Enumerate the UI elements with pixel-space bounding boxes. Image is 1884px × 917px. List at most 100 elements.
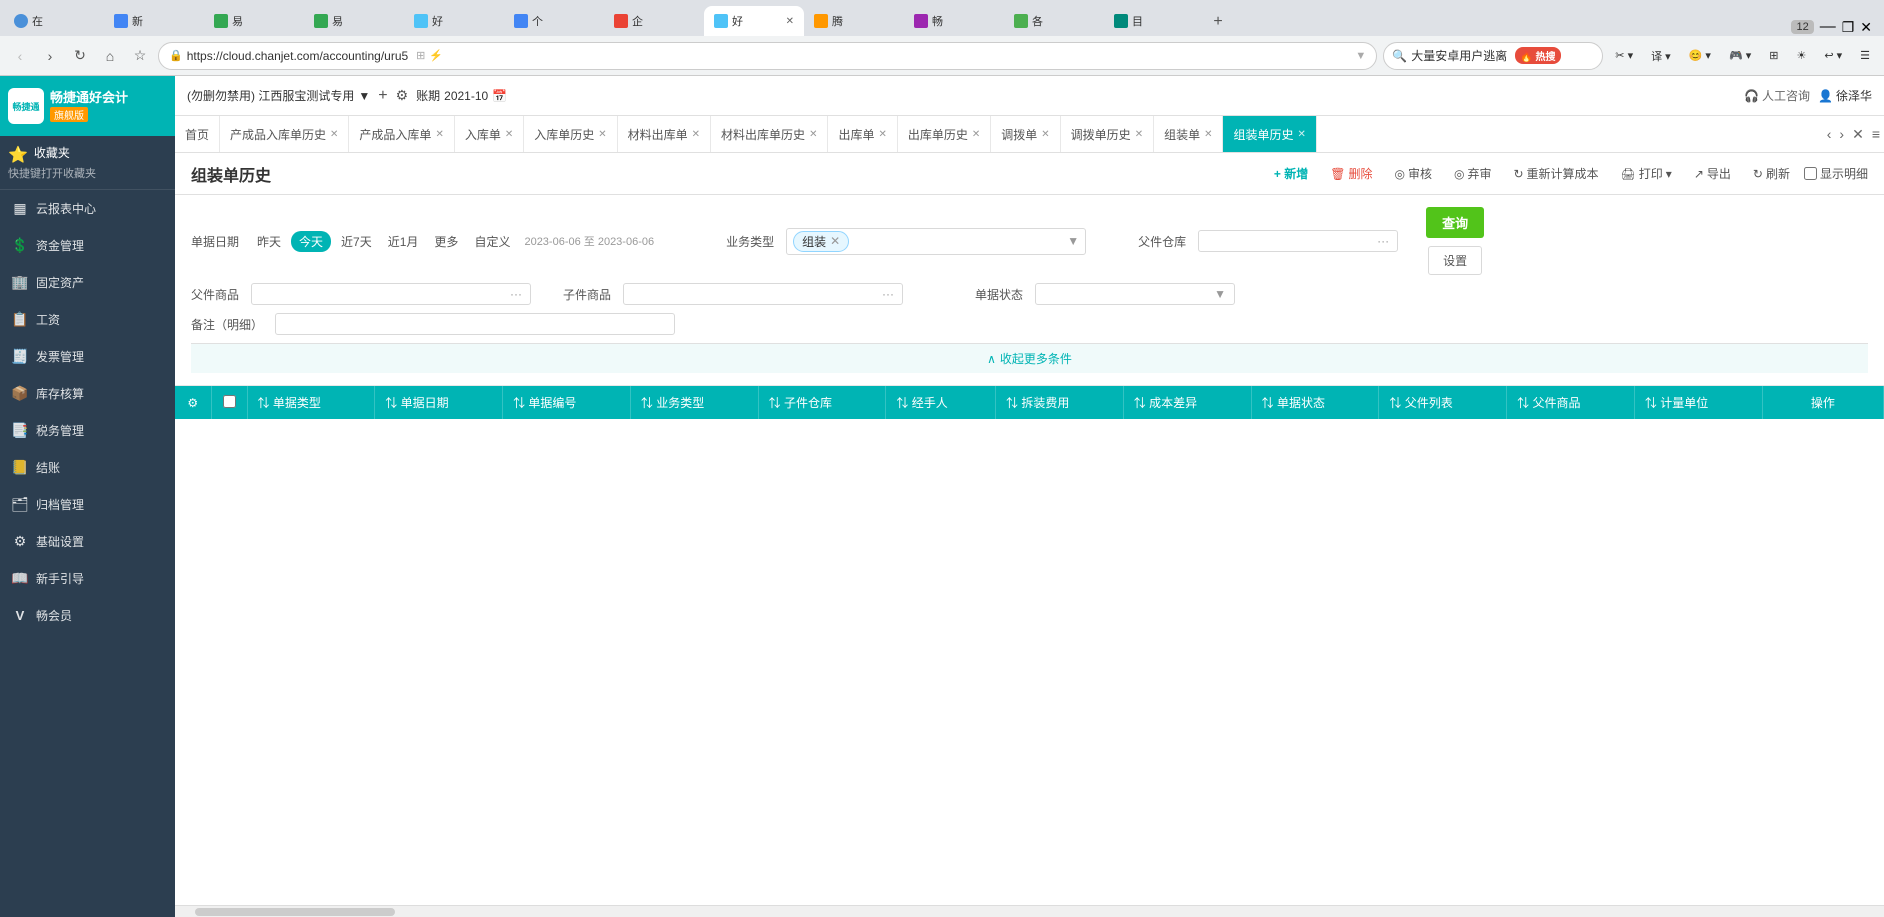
browser-tab-7[interactable]: 企 — [604, 6, 704, 36]
forward-button[interactable]: › — [38, 44, 62, 68]
tab-prod-in-history[interactable]: 产成品入库单历史 ✕ — [220, 116, 349, 152]
select-all-checkbox[interactable] — [223, 395, 236, 408]
warehouse-more-icon[interactable]: ··· — [1377, 234, 1389, 248]
last7days-btn[interactable]: 近7天 — [335, 231, 378, 252]
sidebar-item-tax[interactable]: 📑 税务管理 — [0, 412, 175, 449]
help-button[interactable]: 🎧 人工咨询 — [1744, 87, 1810, 104]
sidebar-item-archive[interactable]: 🗂 归档管理 — [0, 486, 175, 523]
browser-tab-11[interactable]: 各 — [1004, 6, 1104, 36]
tab-close-assemble[interactable]: ✕ — [1041, 129, 1049, 140]
tab-close-assemble-history[interactable]: ✕ — [1135, 129, 1143, 140]
yesterday-btn[interactable]: 昨天 — [251, 231, 287, 252]
tab-close-icon[interactable]: ✕ — [786, 16, 794, 27]
back-button[interactable]: ‹ — [8, 44, 32, 68]
tab-home[interactable]: 首页 — [175, 116, 220, 152]
tab-pack[interactable]: 组装单 ✕ — [1154, 116, 1223, 152]
grid-icon[interactable]: ⊞ — [416, 49, 425, 62]
col-child-warehouse[interactable]: ⇅ 子件仓库 — [758, 386, 886, 419]
horizontal-scrollbar[interactable] — [175, 905, 1884, 917]
parent-goods-field[interactable] — [260, 287, 510, 301]
sidebar-item-member[interactable]: V 畅会员 — [0, 597, 175, 634]
sidebar-item-inventory[interactable]: 📦 库存核算 — [0, 375, 175, 412]
tab-mat-out[interactable]: 材料出库单 ✕ — [618, 116, 711, 152]
nav-left-arrow[interactable]: ‹ — [1823, 126, 1836, 142]
child-goods-field[interactable] — [632, 287, 882, 301]
tab-close-mat-out-history[interactable]: ✕ — [809, 129, 817, 140]
reload-button[interactable]: ↻ — [68, 44, 92, 68]
query-button[interactable]: 查询 — [1426, 207, 1484, 238]
browser-tab-2[interactable]: 新 — [104, 6, 204, 36]
show-detail-input[interactable] — [1804, 167, 1817, 180]
nav-menu-icon[interactable]: ≡ — [1868, 126, 1884, 142]
nav-right-arrow[interactable]: › — [1835, 126, 1848, 142]
child-goods-input[interactable]: ··· — [623, 283, 903, 305]
col-bill-status[interactable]: ⇅ 单据状态 — [1251, 386, 1379, 419]
menu-tool[interactable]: ☰ — [1854, 47, 1876, 64]
scrollbar-thumb[interactable] — [195, 908, 395, 916]
col-business-type[interactable]: ⇅ 业务类型 — [630, 386, 758, 419]
col-bill-date[interactable]: ⇅ 单据日期 — [375, 386, 503, 419]
custom-btn[interactable]: 自定义 — [468, 231, 516, 252]
browser-tab-8[interactable]: 好 ✕ — [704, 6, 804, 36]
col-settings[interactable]: ⚙ — [175, 386, 211, 419]
company-settings-icon[interactable]: ⚙ — [396, 87, 409, 104]
sun-tool[interactable]: ☀ — [1790, 47, 1812, 64]
tab-close-mat-out[interactable]: ✕ — [692, 129, 700, 140]
undo-tool[interactable]: ↩ ▾ — [1818, 47, 1848, 64]
new-tab-button[interactable]: + — [1204, 8, 1232, 36]
emoji-tool[interactable]: 😊 ▾ — [1683, 47, 1717, 64]
col-unit[interactable]: ⇅ 计量单位 — [1634, 386, 1762, 419]
game-tool[interactable]: 🎮 ▾ — [1723, 47, 1757, 64]
business-filter[interactable]: 组装 ✕ ▼ — [786, 228, 1086, 255]
nav-close-all[interactable]: ✕ — [1848, 126, 1868, 143]
lightning-icon[interactable]: ⚡ — [429, 49, 443, 62]
add-company-icon[interactable]: + — [378, 87, 387, 105]
address-bar[interactable]: 🔒 https://cloud.chanjet.com/accounting/u… — [158, 42, 1377, 70]
scissors-tool[interactable]: ✂ ▾ — [1609, 47, 1639, 64]
child-goods-more-icon[interactable]: ··· — [882, 287, 894, 301]
sidebar-item-closing[interactable]: 📒 结账 — [0, 449, 175, 486]
last1month-btn[interactable]: 近1月 — [382, 231, 425, 252]
tab-close-in-order[interactable]: ✕ — [505, 129, 513, 140]
company-selector[interactable]: (勿删勿禁用) 江西服宝测试专用 ▼ — [187, 87, 370, 104]
sidebar-item-settings[interactable]: ⚙ 基础设置 — [0, 523, 175, 560]
note-input[interactable] — [275, 313, 675, 335]
tab-close-in-history[interactable]: ✕ — [598, 129, 606, 140]
show-detail-checkbox[interactable]: 显示明细 — [1804, 165, 1868, 182]
recalc-button[interactable]: ↻ 重新计算成本 — [1505, 161, 1606, 186]
browser-tab-6[interactable]: 个 — [504, 6, 604, 36]
bill-status-select[interactable]: ▼ — [1035, 283, 1235, 305]
tab-pack-history[interactable]: 组装单历史 ✕ — [1223, 116, 1316, 152]
browser-tab-4[interactable]: 易 — [304, 6, 404, 36]
browser-tab-9[interactable]: 腾 — [804, 6, 904, 36]
col-bill-no[interactable]: ⇅ 单据编号 — [503, 386, 631, 419]
tab-close-prod-in-history[interactable]: ✕ — [330, 129, 338, 140]
browser-tab-10[interactable]: 畅 — [904, 6, 1004, 36]
audit-button[interactable]: ◎ 审核 — [1386, 161, 1440, 186]
tab-close-out-history[interactable]: ✕ — [972, 129, 980, 140]
favorites-sub[interactable]: 快捷键打开收藏夹 — [8, 165, 167, 181]
browser-tab-1[interactable]: 在 — [4, 6, 104, 36]
col-parent-list[interactable]: ⇅ 父件列表 — [1379, 386, 1507, 419]
today-btn[interactable]: 今天 — [291, 231, 331, 252]
col-disassemble-fee[interactable]: ⇅ 拆装费用 — [996, 386, 1124, 419]
parent-warehouse-field[interactable] — [1207, 234, 1377, 248]
browser-tab-5[interactable]: 好 — [404, 6, 504, 36]
sidebar-item-payroll[interactable]: 📋 工资 — [0, 301, 175, 338]
tab-assemble-history[interactable]: 调拨单历史 ✕ — [1061, 116, 1154, 152]
tab-out-history[interactable]: 出库单历史 ✕ — [898, 116, 991, 152]
col-checkbox[interactable] — [211, 386, 247, 419]
search-bar[interactable]: 🔍 大量安卓用户逃离 🔥 热搜 — [1383, 42, 1603, 70]
sidebar-item-guide[interactable]: 📖 新手引导 — [0, 560, 175, 597]
parent-goods-input[interactable]: ··· — [251, 283, 531, 305]
close-window-button[interactable]: ✕ — [1860, 19, 1872, 36]
star-button[interactable]: ☆ — [128, 44, 152, 68]
period-selector[interactable]: 账期 2021-10 📅 — [416, 87, 507, 104]
col-cost-diff[interactable]: ⇅ 成本差异 — [1123, 386, 1251, 419]
sidebar-item-invoice[interactable]: 🧾 发票管理 — [0, 338, 175, 375]
col-handler[interactable]: ⇅ 经手人 — [886, 386, 996, 419]
print-dropdown-icon[interactable]: ▾ — [1666, 167, 1672, 181]
business-tag-close[interactable]: ✕ — [830, 234, 840, 248]
col-bill-type[interactable]: ⇅ 单据类型 — [247, 386, 375, 419]
dropdown-icon[interactable]: ▼ — [1355, 50, 1366, 62]
